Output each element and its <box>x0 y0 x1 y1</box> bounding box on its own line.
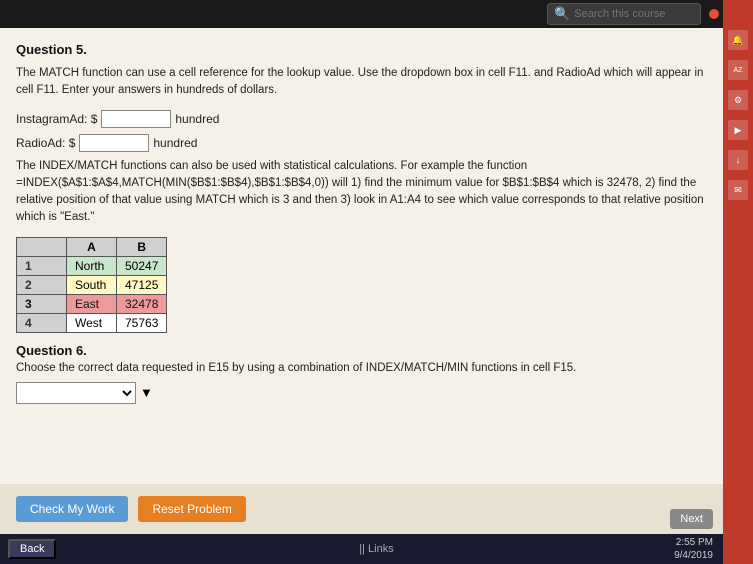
table-row: 1 North 50247 <box>17 256 167 275</box>
search-bar[interactable]: 🔍 <box>547 3 701 25</box>
cell-a1: North <box>67 256 117 275</box>
table-row: 4 West 75763 <box>17 313 167 332</box>
instagramad-row: InstagramAd: $ hundred <box>16 110 707 128</box>
dropdown-arrow-icon: ▼ <box>140 385 153 400</box>
search-icon: 🔍 <box>554 6 570 22</box>
row-num-1: 1 <box>17 256 67 275</box>
question6-title: Question 6. <box>16 343 707 358</box>
instagramad-input[interactable] <box>101 110 171 128</box>
sidebar-icon-play[interactable]: ▶ <box>728 120 748 140</box>
cell-a3: East <box>67 294 117 313</box>
table-header-b: B <box>117 237 167 256</box>
cell-b1: 50247 <box>117 256 167 275</box>
next-button[interactable]: Next <box>670 509 713 529</box>
search-input[interactable] <box>574 8 694 20</box>
table-header-a: A <box>67 237 117 256</box>
links-label: || Links <box>359 543 393 555</box>
data-table: A B 1 North 50247 2 South 47125 3 East 3… <box>16 237 167 333</box>
bottom-bar: Check My Work Reset Problem <box>0 484 723 534</box>
question5-title: Question 5. <box>16 42 707 57</box>
question6-dropdown-row: North South East West ▼ <box>16 382 707 404</box>
back-button[interactable]: Back <box>8 539 56 559</box>
radioad-unit: hundred <box>153 136 197 150</box>
radioad-input[interactable] <box>79 134 149 152</box>
check-my-work-button[interactable]: Check My Work <box>16 496 128 522</box>
table-row: 3 East 32478 <box>17 294 167 313</box>
row-num-3: 3 <box>17 294 67 313</box>
notification-dot <box>709 9 719 19</box>
table-row: 2 South 47125 <box>17 275 167 294</box>
cell-a4: West <box>67 313 117 332</box>
reset-problem-button[interactable]: Reset Problem <box>138 496 245 522</box>
main-content: Question 5. The MATCH function can use a… <box>0 28 723 509</box>
sidebar-icon-bell[interactable]: 🔔 <box>728 30 748 50</box>
question6-dropdown[interactable]: North South East West <box>16 382 136 404</box>
cell-b2: 47125 <box>117 275 167 294</box>
date-display: 9/4/2019 <box>674 549 713 562</box>
time-display: 2:55 PM <box>674 536 713 549</box>
radioad-row: RadioAd: $ hundred <box>16 134 707 152</box>
radioad-label: RadioAd: $ <box>16 136 75 150</box>
right-sidebar: 🔔 AZ ⚙ ▶ ↓ ✉ <box>723 0 753 564</box>
instagramad-label: InstagramAd: $ <box>16 112 97 126</box>
instagramad-unit: hundred <box>175 112 219 126</box>
top-bar: 🔍 ✕ <box>0 0 753 28</box>
sidebar-icon-mail[interactable]: ✉ <box>728 180 748 200</box>
taskbar: Back || Links 2:55 PM 9/4/2019 <box>0 534 753 564</box>
row-num-4: 4 <box>17 313 67 332</box>
row-num-2: 2 <box>17 275 67 294</box>
sidebar-icon-down[interactable]: ↓ <box>728 150 748 170</box>
cell-a2: South <box>67 275 117 294</box>
sidebar-icon-gear[interactable]: ⚙ <box>728 90 748 110</box>
sidebar-icon-az[interactable]: AZ <box>728 60 748 80</box>
question6-paragraph: Choose the correct data requested in E15… <box>16 362 707 374</box>
table-header-num <box>17 237 67 256</box>
question5-paragraph2: The INDEX/MATCH functions can also be us… <box>16 158 707 227</box>
taskbar-time: 2:55 PM 9/4/2019 <box>674 536 713 562</box>
question5-paragraph1: The MATCH function can use a cell refere… <box>16 65 707 100</box>
cell-b4: 75763 <box>117 313 167 332</box>
cell-b3: 32478 <box>117 294 167 313</box>
